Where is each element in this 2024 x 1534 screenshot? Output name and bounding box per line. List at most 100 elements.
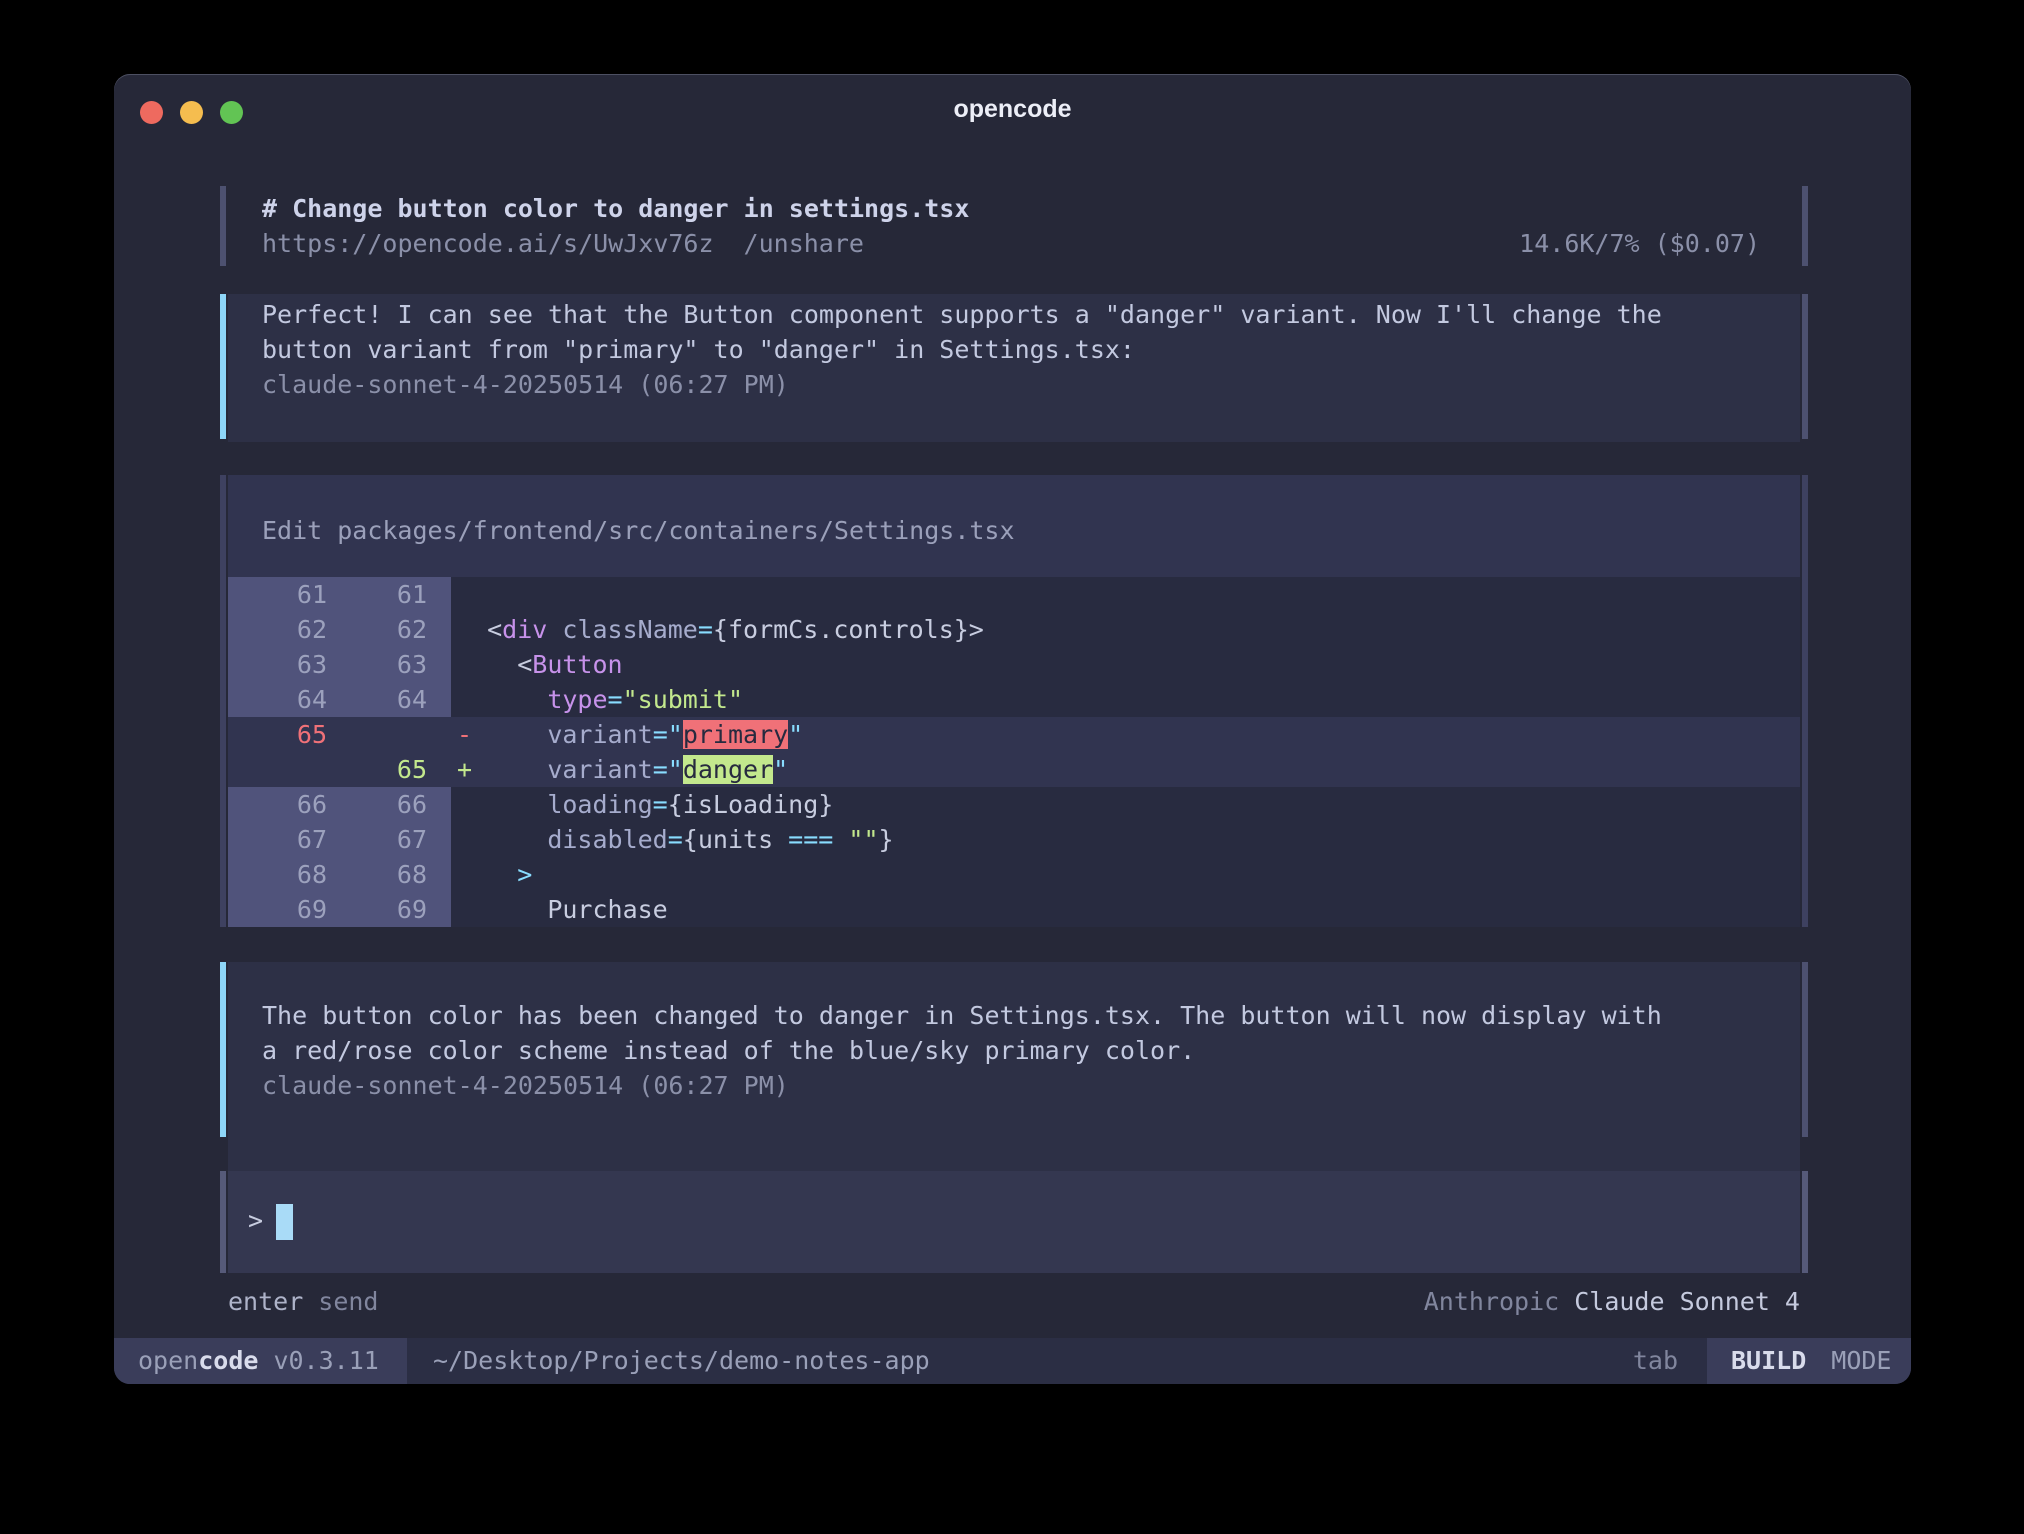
code-token: = [653,755,668,784]
token-usage: 14.6K/7% ($0.07) [1519,226,1760,261]
app-window: opencode # Change button color to danger… [114,74,1911,1384]
code-token: = [668,825,683,854]
message-meta: claude-sonnet-4-20250514 (06:27 PM) [262,367,1800,402]
line-number-old: 68 [228,857,327,892]
code-token: " [773,755,788,784]
code-token: "" [848,825,878,854]
mode-chip: BUILDMODE [1707,1338,1911,1384]
diff-gutter: 6868 [228,857,451,892]
code-token: Button [532,650,622,679]
code-token: < [487,615,502,644]
model-indicator: AnthropicClaude Sonnet 4 [1424,1284,1800,1319]
code-token: > [517,860,532,889]
code-token [457,790,547,819]
code-token: className [562,615,697,644]
gutter-pad [427,892,451,927]
line-number-new: 65 [327,752,427,787]
gutter-pad [427,787,451,822]
share-url: https://opencode.ai/s/UwJxv76z [262,226,714,261]
code-token: < [517,650,532,679]
code-token: " [668,755,683,784]
message-line: button variant from "primary" to "danger… [262,332,1800,367]
code-token [457,650,517,679]
edit-left-border [220,475,226,927]
unshare-command: /unshare [744,226,864,261]
code-token: + [457,755,472,784]
code-token: div [502,615,547,644]
line-number-old [228,752,327,787]
enter-key-label: enter [228,1287,303,1316]
diff-code-line: <div className={formCs.controls}> [457,612,1800,647]
line-number-new: 62 [327,612,427,647]
diff-view: 61616262 <div className={formCs.controls… [228,577,1800,927]
code-token: - [457,720,472,749]
message-meta: claude-sonnet-4-20250514 (06:27 PM) [262,1068,1800,1103]
diff-gutter: 6969 [228,892,451,927]
code-token: type [547,685,607,714]
mode-build-label: BUILD [1731,1346,1806,1375]
assistant-message: Perfect! I can see that the Button compo… [220,294,1808,439]
diff-gutter: 6666 [228,787,451,822]
diff-code-line: - variant="primary" [457,717,1800,752]
code-token [457,825,547,854]
line-number-new: 64 [327,682,427,717]
message-line: The button color has been changed to dan… [262,998,1800,1033]
edit-action-label: Edit [262,516,322,545]
line-number-new: 67 [327,822,427,857]
window-title: opencode [114,95,1911,124]
code-token: primary [683,720,788,749]
message-line: Perfect! I can see that the Button compo… [262,297,1800,332]
line-number-old: 61 [228,577,327,612]
code-token [472,755,547,784]
title-bar: opencode [114,74,1911,140]
diff-row: 6161 [228,577,1800,612]
diff-row: 6363 <Button [228,647,1800,682]
diff-code-line: Purchase [457,892,1800,927]
send-action-label: send [318,1287,378,1316]
prompt-right-border [1802,186,1808,266]
line-number-new [327,717,427,752]
code-token [457,685,547,714]
code-token [547,615,562,644]
code-token: = [698,615,713,644]
line-number-new: 61 [327,577,427,612]
prompt-symbol: > [248,1206,263,1235]
code-token: === [788,825,833,854]
app-name-open: open [138,1346,198,1375]
edit-file-path: packages/frontend/src/containers/Setting… [337,516,1014,545]
diff-code-line: <Button [457,647,1800,682]
code-token: "submit" [623,685,743,714]
diff-code-line: disabled={units === ""} [457,822,1800,857]
line-number-old: 63 [228,647,327,682]
line-number-old: 67 [228,822,327,857]
text-cursor [276,1204,293,1240]
code-token: = [608,685,623,714]
line-number-old: 62 [228,612,327,647]
code-token: variant [547,720,652,749]
line-number-new: 63 [327,647,427,682]
prompt-title: # Change button color to danger in setti… [262,191,1760,226]
code-token: {formCs.controls} [713,615,969,644]
edit-tool-panel: Edit packages/frontend/src/containers/Set… [220,475,1808,927]
code-token [457,895,547,924]
diff-code-line: + variant="danger" [457,752,1800,787]
diff-row: 6464 type="submit" [228,682,1800,717]
tab-key-hint[interactable]: tab [1633,1338,1678,1384]
chat-input[interactable]: > [228,1171,1800,1273]
line-number-old: 69 [228,892,327,927]
prompt-left-border [220,186,226,266]
code-token: danger [683,755,773,784]
chat-input-block: > [220,1171,1808,1273]
line-number-old: 65 [228,717,327,752]
code-token [457,860,517,889]
enter-hint: enter send [228,1284,378,1319]
line-number-new: 68 [327,857,427,892]
working-directory: ~/Desktop/Projects/demo-notes-app [433,1338,1633,1384]
diff-code-line: loading={isLoading} [457,787,1800,822]
code-token: isLoading [683,790,818,819]
gutter-pad [427,682,451,717]
code-token: } [879,825,894,854]
app-version-chip: opencodev0.3.11 [114,1338,407,1384]
diff-row: 65 - variant="primary" [228,717,1800,752]
message-line: a red/rose color scheme instead of the b… [262,1033,1800,1068]
